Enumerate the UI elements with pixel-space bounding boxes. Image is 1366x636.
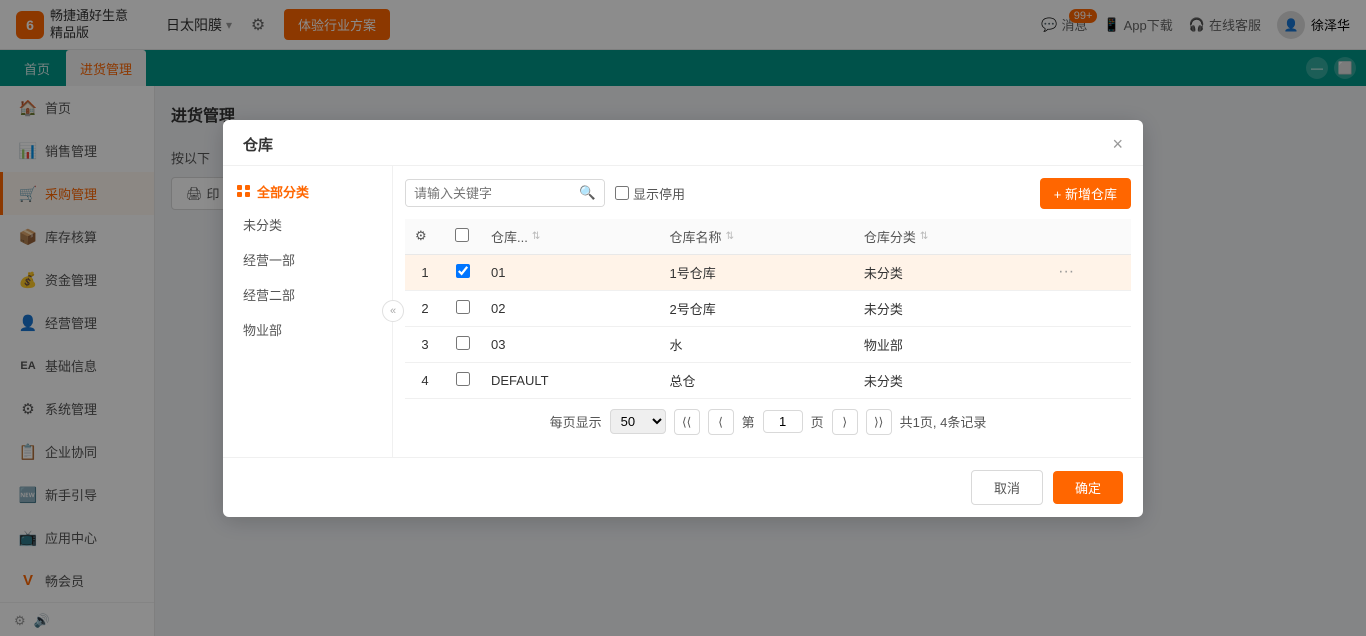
confirm-button[interactable]: 确定 bbox=[1053, 471, 1123, 504]
name-sort-icon: ⇅ bbox=[726, 231, 734, 242]
add-warehouse-button[interactable]: + 新增仓库 bbox=[1040, 178, 1131, 209]
prev-page-button[interactable]: ⟨ bbox=[708, 409, 734, 435]
row-id: 02 bbox=[481, 290, 660, 326]
search-input-wrap: 🔍 bbox=[405, 179, 605, 207]
dialog-title: 仓库 bbox=[243, 134, 273, 155]
actions-column-header bbox=[1048, 219, 1131, 255]
row-category: 未分类 bbox=[854, 290, 1048, 326]
table-row[interactable]: 3 03 水 物业部 bbox=[405, 326, 1131, 362]
name-column-header[interactable]: 仓库名称 ⇅ bbox=[660, 219, 854, 255]
row-name: 2号仓库 bbox=[660, 290, 854, 326]
per-page-label: 每页显示 bbox=[550, 412, 602, 431]
row-name: 总仓 bbox=[660, 362, 854, 398]
row-id: DEFAULT bbox=[481, 362, 660, 398]
first-page-button[interactable]: ⟨⟨ bbox=[674, 409, 700, 435]
dialog-body: 全部分类 未分类 经营一部 经营二部 物业部 « bbox=[223, 166, 1143, 457]
row-index: 1 bbox=[405, 254, 445, 290]
row-index: 3 bbox=[405, 326, 445, 362]
category-sort-icon: ⇅ bbox=[920, 231, 928, 242]
category-item-2[interactable]: 经营二部 bbox=[223, 277, 392, 312]
row-checkbox[interactable] bbox=[456, 372, 470, 386]
table-toolbar: 🔍 显示停用 + 新增仓库 bbox=[405, 178, 1131, 209]
category-item-0[interactable]: 未分类 bbox=[223, 207, 392, 242]
warehouse-dialog: 仓库 × 全部分类 未分类 经营一部 bbox=[223, 120, 1143, 517]
pagination: 每页显示 50 20 100 ⟨⟨ ⟨ 第 页 ⟩ ⟩⟩ 共1页, 4条记录 bbox=[405, 399, 1131, 445]
page-number-input[interactable] bbox=[763, 410, 803, 433]
row-checkbox[interactable] bbox=[456, 336, 470, 350]
show-disabled-label: 显示停用 bbox=[633, 184, 685, 203]
show-disabled-checkbox[interactable] bbox=[615, 186, 629, 200]
category-item-1[interactable]: 经营一部 bbox=[223, 242, 392, 277]
page-suffix: 页 bbox=[811, 412, 824, 431]
dialog-header: 仓库 × bbox=[223, 120, 1143, 166]
cancel-button[interactable]: 取消 bbox=[971, 470, 1043, 505]
row-name: 1号仓库 bbox=[660, 254, 854, 290]
table-container: ⚙ 仓库... ⇅ bbox=[405, 219, 1131, 399]
row-id: 01 bbox=[481, 254, 660, 290]
page-prefix: 第 bbox=[742, 412, 755, 431]
row-category: 未分类 bbox=[854, 254, 1048, 290]
all-categories-label: 全部分类 bbox=[257, 182, 309, 201]
dialog-footer: 取消 确定 bbox=[223, 457, 1143, 517]
search-button[interactable]: 🔍 bbox=[571, 180, 604, 206]
all-categories-item[interactable]: 全部分类 bbox=[223, 176, 392, 207]
row-category: 未分类 bbox=[854, 362, 1048, 398]
more-button[interactable]: ··· bbox=[1058, 263, 1074, 280]
show-disabled-wrap: 显示停用 bbox=[615, 184, 685, 203]
dialog-overlay: 仓库 × 全部分类 未分类 经营一部 bbox=[0, 0, 1366, 636]
next-page-button[interactable]: ⟩ bbox=[832, 409, 858, 435]
gear-column-header[interactable]: ⚙ bbox=[405, 219, 445, 255]
row-actions bbox=[1048, 290, 1131, 326]
category-column-header[interactable]: 仓库分类 ⇅ bbox=[854, 219, 1048, 255]
total-info: 共1页, 4条记录 bbox=[900, 412, 987, 431]
table-row[interactable]: 4 DEFAULT 总仓 未分类 bbox=[405, 362, 1131, 398]
row-checkbox[interactable] bbox=[456, 264, 470, 278]
row-checkbox[interactable] bbox=[456, 300, 470, 314]
select-all-checkbox[interactable] bbox=[455, 228, 469, 242]
close-icon[interactable]: × bbox=[1112, 135, 1123, 153]
category-item-3[interactable]: 物业部 bbox=[223, 312, 392, 347]
row-category: 物业部 bbox=[854, 326, 1048, 362]
per-page-select[interactable]: 50 20 100 bbox=[610, 409, 666, 434]
id-column-header[interactable]: 仓库... ⇅ bbox=[481, 219, 660, 255]
checkbox-column-header bbox=[445, 219, 481, 255]
search-input[interactable] bbox=[406, 181, 571, 206]
collapse-panel-button[interactable]: « bbox=[382, 300, 404, 322]
table-row[interactable]: 2 02 2号仓库 未分类 bbox=[405, 290, 1131, 326]
last-page-button[interactable]: ⟩⟩ bbox=[866, 409, 892, 435]
table-panel: 🔍 显示停用 + 新增仓库 ⚙ bbox=[393, 166, 1143, 457]
row-actions: ··· bbox=[1048, 254, 1131, 290]
row-index: 4 bbox=[405, 362, 445, 398]
category-panel: 全部分类 未分类 经营一部 经营二部 物业部 « bbox=[223, 166, 393, 457]
table-row[interactable]: 1 01 1号仓库 未分类 ··· bbox=[405, 254, 1131, 290]
row-id: 03 bbox=[481, 326, 660, 362]
grid-icon bbox=[237, 185, 251, 197]
row-actions bbox=[1048, 326, 1131, 362]
row-actions bbox=[1048, 362, 1131, 398]
warehouse-table: ⚙ 仓库... ⇅ bbox=[405, 219, 1131, 399]
row-name: 水 bbox=[660, 326, 854, 362]
row-index: 2 bbox=[405, 290, 445, 326]
id-sort-icon: ⇅ bbox=[532, 231, 540, 242]
